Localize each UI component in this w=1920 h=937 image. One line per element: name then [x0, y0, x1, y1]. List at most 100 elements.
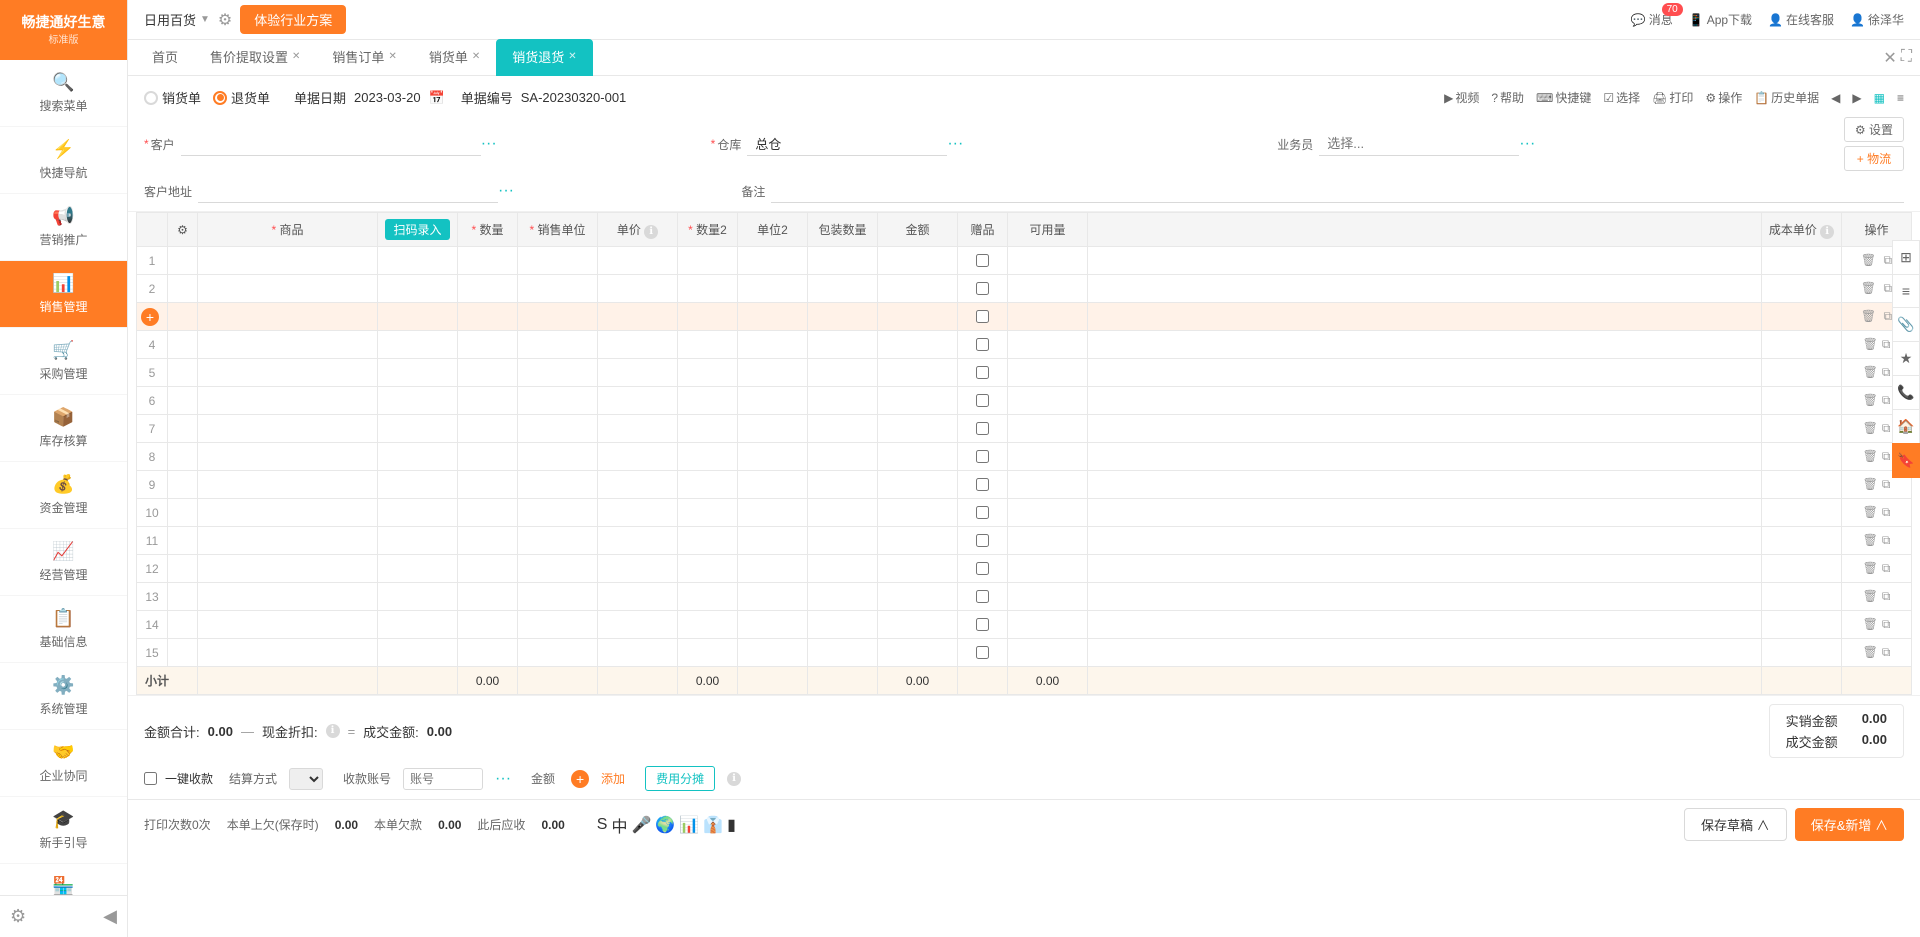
right-panel-btn-3[interactable]: 📎	[1892, 307, 1920, 341]
tab-sale-order-close[interactable]: ✕	[388, 51, 396, 62]
experience-btn[interactable]: 体验行业方案	[240, 5, 346, 34]
delete-row-5-icon[interactable]: 🗑	[1863, 365, 1878, 379]
toolbar-nav-next[interactable]: ▶	[1852, 91, 1861, 105]
tab-sale-price-close[interactable]: ✕	[292, 51, 300, 62]
gift-checkbox-9[interactable]	[976, 478, 989, 491]
sidebar-item-marketing[interactable]: 📢 营销推广	[0, 194, 127, 261]
toolbar-select[interactable]: ☑ 选择	[1603, 89, 1640, 106]
account-more-icon[interactable]: ···	[495, 770, 511, 788]
copy-row-1-icon[interactable]: ⧉	[1884, 253, 1893, 267]
category-select[interactable]: 日用百货 ▼	[144, 10, 210, 29]
sidebar-item-operation[interactable]: 📈 经营管理	[0, 529, 127, 596]
delete-row-1-icon[interactable]: 🗑	[1861, 253, 1876, 267]
radio-return[interactable]: 退货单	[213, 88, 270, 107]
account-input[interactable]	[403, 768, 483, 790]
gift-checkbox-8[interactable]	[976, 450, 989, 463]
tab-home[interactable]: 首页	[136, 39, 194, 76]
col-header-gear[interactable]: ⚙	[168, 213, 198, 247]
settings-side-btn[interactable]: ⚙ 设置	[1844, 117, 1904, 142]
right-panel-btn-5[interactable]: 📞	[1892, 375, 1920, 409]
right-panel-btn-6[interactable]: 🏠	[1892, 409, 1920, 443]
gift-checkbox-4[interactable]	[976, 338, 989, 351]
toolbar-help[interactable]: ? 帮助	[1491, 89, 1524, 106]
tab-sale-goods[interactable]: 销货单 ✕	[413, 39, 496, 76]
settings-gear-icon[interactable]: ⚙	[218, 10, 232, 30]
logistics-side-btn[interactable]: + 物流	[1844, 146, 1904, 171]
copy-row-14-icon[interactable]: ⧉	[1882, 617, 1891, 631]
save-new-btn[interactable]: 保存&新增 ∧	[1795, 808, 1904, 841]
fee-split-btn[interactable]: 费用分摊	[645, 766, 715, 791]
column-settings-icon[interactable]: ⚙	[177, 223, 188, 237]
remark-input[interactable]	[771, 179, 1904, 203]
delete-row-8-icon[interactable]: 🗑	[1863, 449, 1878, 463]
sidebar-item-sales[interactable]: 📊 销售管理	[0, 261, 127, 328]
delete-row-14-icon[interactable]: 🗑	[1863, 617, 1878, 631]
delete-row-4-icon[interactable]: 🗑	[1863, 337, 1878, 351]
sidebar-item-search[interactable]: 🔍 搜索菜单	[0, 60, 127, 127]
tab-sale-return[interactable]: 销货退货 ✕	[496, 39, 592, 76]
gift-checkbox-7[interactable]	[976, 422, 989, 435]
user-info[interactable]: 👤 徐泽华	[1850, 11, 1904, 28]
collapse-icon[interactable]: ◀	[103, 906, 117, 927]
message-icon[interactable]: 💬 消息 70	[1630, 11, 1672, 28]
copy-row-13-icon[interactable]: ⧉	[1882, 589, 1891, 603]
right-panel-btn-7[interactable]: 🔖	[1892, 443, 1920, 478]
refresh-icon[interactable]: ⛶	[1901, 48, 1912, 68]
gift-checkbox-6[interactable]	[976, 394, 989, 407]
delete-row-13-icon[interactable]: 🗑	[1863, 589, 1878, 603]
delete-row-6-icon[interactable]: 🗑	[1863, 393, 1878, 407]
toolbar-history[interactable]: 📋 历史单据	[1754, 89, 1819, 106]
tab-sale-order[interactable]: 销售订单 ✕	[316, 39, 412, 76]
gift-checkbox-13[interactable]	[976, 590, 989, 603]
gift-checkbox-5[interactable]	[976, 366, 989, 379]
tab-sale-return-close[interactable]: ✕	[568, 51, 576, 62]
row-goods-3[interactable]	[198, 303, 378, 331]
copy-row-7-icon[interactable]: ⧉	[1882, 421, 1891, 435]
delete-row-15-icon[interactable]: 🗑	[1863, 645, 1878, 659]
app-download[interactable]: 📱 App下载	[1689, 11, 1752, 28]
gift-checkbox-14[interactable]	[976, 618, 989, 631]
one-click-checkbox[interactable]	[144, 772, 157, 785]
row-goods-2[interactable]	[198, 275, 378, 303]
toolbar-video[interactable]: ▶ 视频	[1444, 89, 1479, 106]
goods-input-1[interactable]	[202, 254, 373, 268]
sidebar-item-finance[interactable]: 💰 资金管理	[0, 462, 127, 529]
address-more-icon[interactable]: ···	[498, 182, 514, 200]
cost-info-icon[interactable]: ℹ	[1820, 225, 1834, 239]
sidebar-item-basic[interactable]: 📋 基础信息	[0, 596, 127, 663]
copy-row-10-icon[interactable]: ⧉	[1882, 505, 1891, 519]
goods-input-3[interactable]	[202, 310, 373, 324]
sidebar-item-newbie[interactable]: 🎓 新手引导	[0, 797, 127, 864]
gift-checkbox-2[interactable]	[976, 282, 989, 295]
sidebar-item-purchase[interactable]: 🛒 采购管理	[0, 328, 127, 395]
copy-row-11-icon[interactable]: ⧉	[1882, 533, 1891, 547]
sidebar-item-system[interactable]: ⚙️ 系统管理	[0, 663, 127, 730]
copy-row-9-icon[interactable]: ⧉	[1882, 477, 1891, 491]
gift-checkbox-12[interactable]	[976, 562, 989, 575]
add-row-icon[interactable]: +	[141, 308, 159, 326]
toolbar-print[interactable]: 🖨 打印	[1652, 89, 1693, 106]
online-service[interactable]: 👤 在线客服	[1768, 11, 1834, 28]
delete-row-3-icon[interactable]: 🗑	[1861, 309, 1876, 323]
toolbar-grid-view[interactable]: ▦	[1874, 91, 1885, 105]
toolbar-shortcut[interactable]: ⌨ 快捷键	[1536, 89, 1591, 106]
customer-input[interactable]	[181, 132, 481, 156]
settings-icon[interactable]: ⚙	[10, 906, 26, 927]
sidebar-item-inventory[interactable]: 📦 库存核算	[0, 395, 127, 462]
delete-row-11-icon[interactable]: 🗑	[1863, 533, 1878, 547]
customer-more-icon[interactable]: ···	[481, 135, 497, 153]
delete-row-2-icon[interactable]: 🗑	[1861, 281, 1876, 295]
address-input[interactable]	[198, 179, 498, 203]
warehouse-more-icon[interactable]: ···	[947, 135, 963, 153]
add-payment-icon[interactable]: +	[571, 770, 589, 788]
warehouse-input[interactable]	[747, 132, 947, 156]
price-info-icon[interactable]: ℹ	[644, 225, 658, 239]
sidebar-item-enterprise[interactable]: 🤝 企业协同	[0, 730, 127, 797]
delete-row-12-icon[interactable]: 🗑	[1863, 561, 1878, 575]
gift-checkbox-15[interactable]	[976, 646, 989, 659]
row-goods-1[interactable]	[198, 247, 378, 275]
sidebar-item-appstore[interactable]: 🏪 应用中心	[0, 864, 127, 895]
settlement-select[interactable]	[289, 768, 323, 790]
copy-row-6-icon[interactable]: ⧉	[1882, 393, 1891, 407]
radio-sale[interactable]: 销货单	[144, 88, 201, 107]
